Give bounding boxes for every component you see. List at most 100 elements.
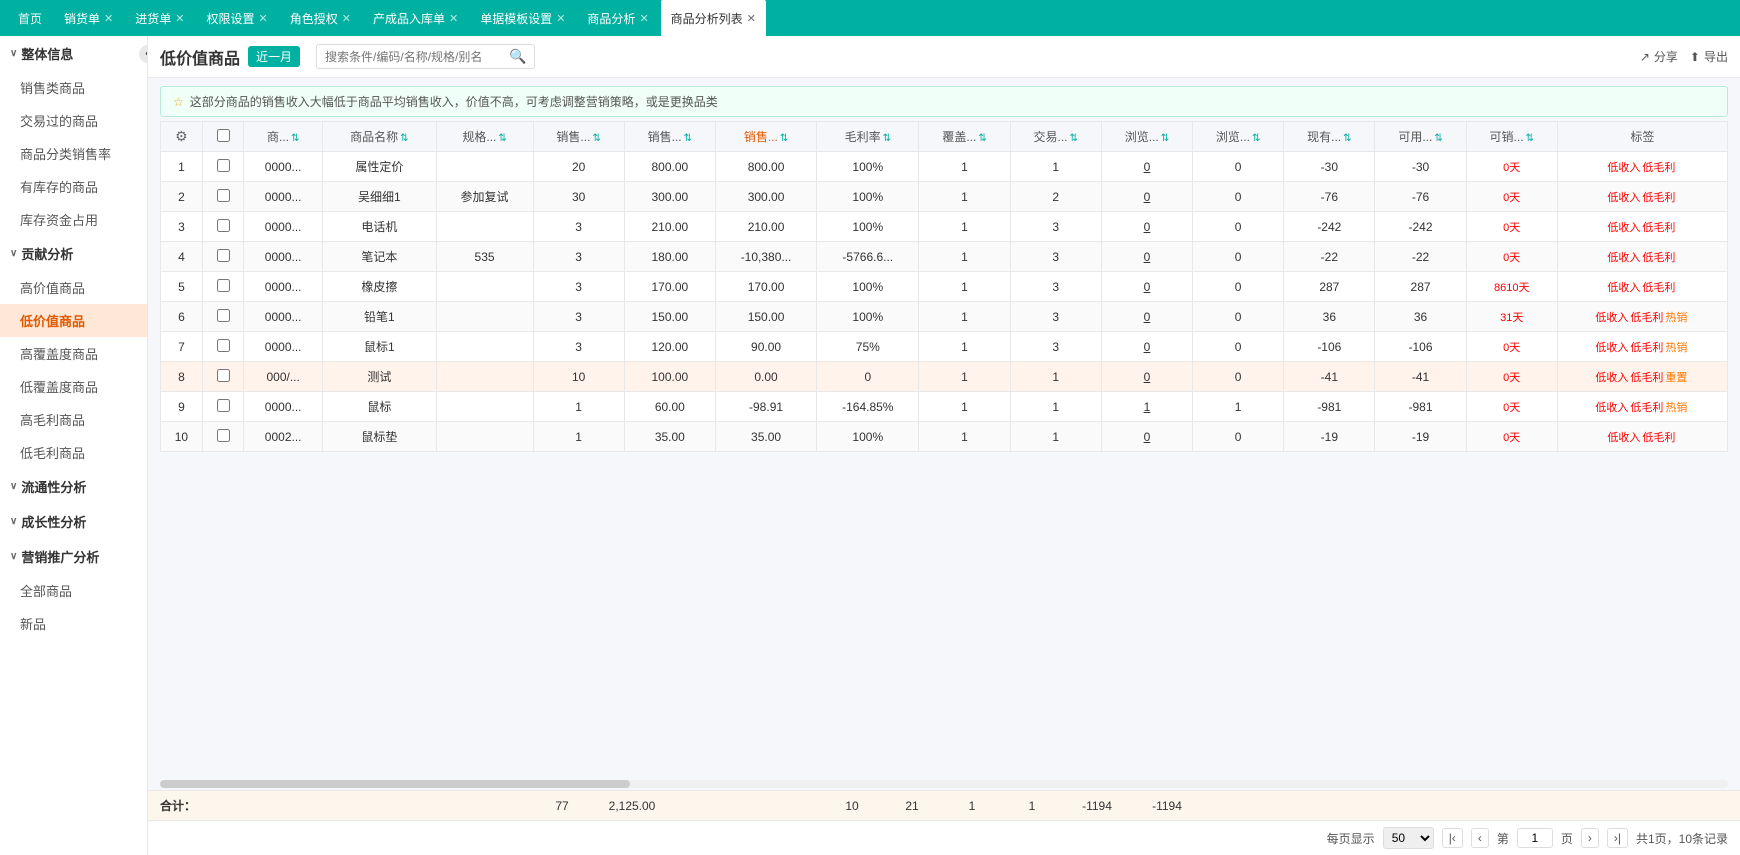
sidebar-item-low-coverage[interactable]: 低覆盖度商品 (0, 370, 147, 403)
last-page-btn[interactable]: ›| (1607, 828, 1628, 848)
prev-page-btn[interactable]: ‹ (1471, 828, 1489, 848)
td-s2: 210.00 (624, 212, 715, 242)
table-row: 6 0000... 铅笔1 3 150.00 150.00 100% 1 3 0… (161, 302, 1728, 332)
sidebar-group-growth[interactable]: ∨成长性分析 (0, 504, 147, 539)
th-view2[interactable]: 浏览...⇅ (1193, 122, 1284, 152)
sidebar-group-overall[interactable]: ∨整体信息 (0, 36, 147, 71)
td-s3: 35.00 (715, 422, 816, 452)
th-view1[interactable]: 浏览...⇅ (1101, 122, 1192, 152)
td-checkbox[interactable] (202, 212, 243, 242)
tag-低毛利: 低毛利 (1630, 402, 1663, 414)
td-trade: 3 (1010, 332, 1101, 362)
td-checkbox[interactable] (202, 362, 243, 392)
sidebar-item-sales-products[interactable]: 销售类商品 (0, 71, 147, 104)
td-view1[interactable]: 0 (1101, 362, 1192, 392)
td-margin: 100% (817, 152, 919, 182)
th-s2[interactable]: 销售...⇅ (624, 122, 715, 152)
th-name[interactable]: 商品名称⇅ (323, 122, 436, 152)
scrollbar-thumb (160, 780, 630, 788)
nav-close-template[interactable]: ✕ (556, 12, 565, 25)
td-tags: 低收入低毛利 (1557, 212, 1727, 242)
sidebar-item-low-margin[interactable]: 低毛利商品 (0, 436, 147, 469)
nav-close-product-inbound[interactable]: ✕ (449, 12, 458, 25)
sidebar-group-circulation[interactable]: ∨流通性分析 (0, 469, 147, 504)
page-size-select[interactable]: 50 100 200 (1383, 827, 1434, 849)
sidebar-item-all-products[interactable]: 全部商品 (0, 574, 147, 607)
td-code: 0000... (244, 182, 323, 212)
nav-template[interactable]: 单据模板设置 ✕ (470, 0, 575, 36)
td-code: 0000... (244, 242, 323, 272)
first-page-btn[interactable]: |‹ (1442, 828, 1463, 848)
td-view1[interactable]: 0 (1101, 242, 1192, 272)
nav-close-purchase[interactable]: ✕ (175, 12, 184, 25)
sidebar-item-inventory-products[interactable]: 有库存的商品 (0, 170, 147, 203)
sidebar-item-low-value[interactable]: 低价值商品 (0, 304, 147, 337)
th-stock[interactable]: 现有...⇅ (1284, 122, 1375, 152)
td-view1[interactable]: 0 (1101, 212, 1192, 242)
nav-home[interactable]: 首页 (8, 0, 52, 36)
td-view1[interactable]: 1 (1101, 392, 1192, 422)
td-view1[interactable]: 0 (1101, 182, 1192, 212)
td-view1[interactable]: 0 (1101, 152, 1192, 182)
page-input[interactable] (1517, 828, 1553, 848)
search-icon[interactable]: 🔍 (509, 48, 526, 65)
nav-purchase[interactable]: 进货单 ✕ (125, 0, 194, 36)
nav-product-inbound[interactable]: 产成品入库单 ✕ (363, 0, 468, 36)
nav-close-product-list[interactable]: ✕ (747, 12, 756, 25)
td-checkbox[interactable] (202, 272, 243, 302)
sidebar-item-high-value[interactable]: 高价值商品 (0, 271, 147, 304)
nav-permissions[interactable]: 权限设置 ✕ (196, 0, 277, 36)
next-page-btn[interactable]: › (1581, 828, 1599, 848)
sidebar-item-inventory-capital[interactable]: 库存资金占用 (0, 203, 147, 236)
td-margin: 75% (817, 332, 919, 362)
sidebar-group-contribution[interactable]: ∨贡献分析 (0, 236, 147, 271)
th-code[interactable]: 商...⇅ (244, 122, 323, 152)
td-checkbox[interactable] (202, 152, 243, 182)
td-checkbox[interactable] (202, 392, 243, 422)
td-view1[interactable]: 0 (1101, 332, 1192, 362)
period-tag[interactable]: 近一月 (248, 46, 300, 67)
th-margin[interactable]: 毛利率⇅ (817, 122, 919, 152)
td-checkbox[interactable] (202, 242, 243, 272)
th-trade[interactable]: 交易...⇅ (1010, 122, 1101, 152)
th-cover[interactable]: 覆盖...⇅ (919, 122, 1010, 152)
export-button[interactable]: ⬆ 导出 (1690, 48, 1728, 65)
th-s1[interactable]: 销售...⇅ (533, 122, 624, 152)
sidebar-item-high-coverage[interactable]: 高覆盖度商品 (0, 337, 147, 370)
search-input[interactable] (325, 50, 505, 64)
td-view1[interactable]: 0 (1101, 272, 1192, 302)
td-view1[interactable]: 0 (1101, 422, 1192, 452)
th-s3[interactable]: 销售...⇅ (715, 122, 816, 152)
th-checkbox[interactable] (202, 122, 243, 152)
sidebar-item-new-products[interactable]: 新品 (0, 607, 147, 640)
th-spec[interactable]: 规格...⇅ (436, 122, 533, 152)
th-tags[interactable]: 标签 (1557, 122, 1727, 152)
share-button[interactable]: ↗ 分享 (1640, 48, 1678, 65)
td-spec (436, 302, 533, 332)
nav-close-sales[interactable]: ✕ (104, 12, 113, 25)
nav-close-roles[interactable]: ✕ (342, 12, 351, 25)
scrollbar-track[interactable] (160, 780, 1728, 788)
nav-product-analysis[interactable]: 商品分析 ✕ (577, 0, 658, 36)
td-checkbox[interactable] (202, 332, 243, 362)
th-avail[interactable]: 可用...⇅ (1375, 122, 1466, 152)
th-days[interactable]: 可销...⇅ (1466, 122, 1557, 152)
sidebar-item-traded-products[interactable]: 交易过的商品 (0, 104, 147, 137)
nav-close-permissions[interactable]: ✕ (259, 12, 268, 25)
nav-product-list[interactable]: 商品分析列表 ✕ (661, 0, 766, 36)
nav-sales[interactable]: 销货单 ✕ (54, 0, 123, 36)
td-checkbox[interactable] (202, 422, 243, 452)
td-checkbox[interactable] (202, 302, 243, 332)
nav-close-product-analysis[interactable]: ✕ (639, 12, 648, 25)
td-s1: 3 (533, 212, 624, 242)
td-view1[interactable]: 0 (1101, 302, 1192, 332)
th-gear[interactable]: ⚙ (161, 122, 203, 152)
td-days: 31天 (1466, 302, 1557, 332)
sidebar-group-marketing[interactable]: ∨营销推广分析 (0, 539, 147, 574)
td-checkbox[interactable] (202, 182, 243, 212)
sidebar-item-high-margin[interactable]: 高毛利商品 (0, 403, 147, 436)
td-margin: 100% (817, 182, 919, 212)
td-s2: 35.00 (624, 422, 715, 452)
nav-roles[interactable]: 角色授权 ✕ (280, 0, 361, 36)
sidebar-item-category-rate[interactable]: 商品分类销售率 (0, 137, 147, 170)
